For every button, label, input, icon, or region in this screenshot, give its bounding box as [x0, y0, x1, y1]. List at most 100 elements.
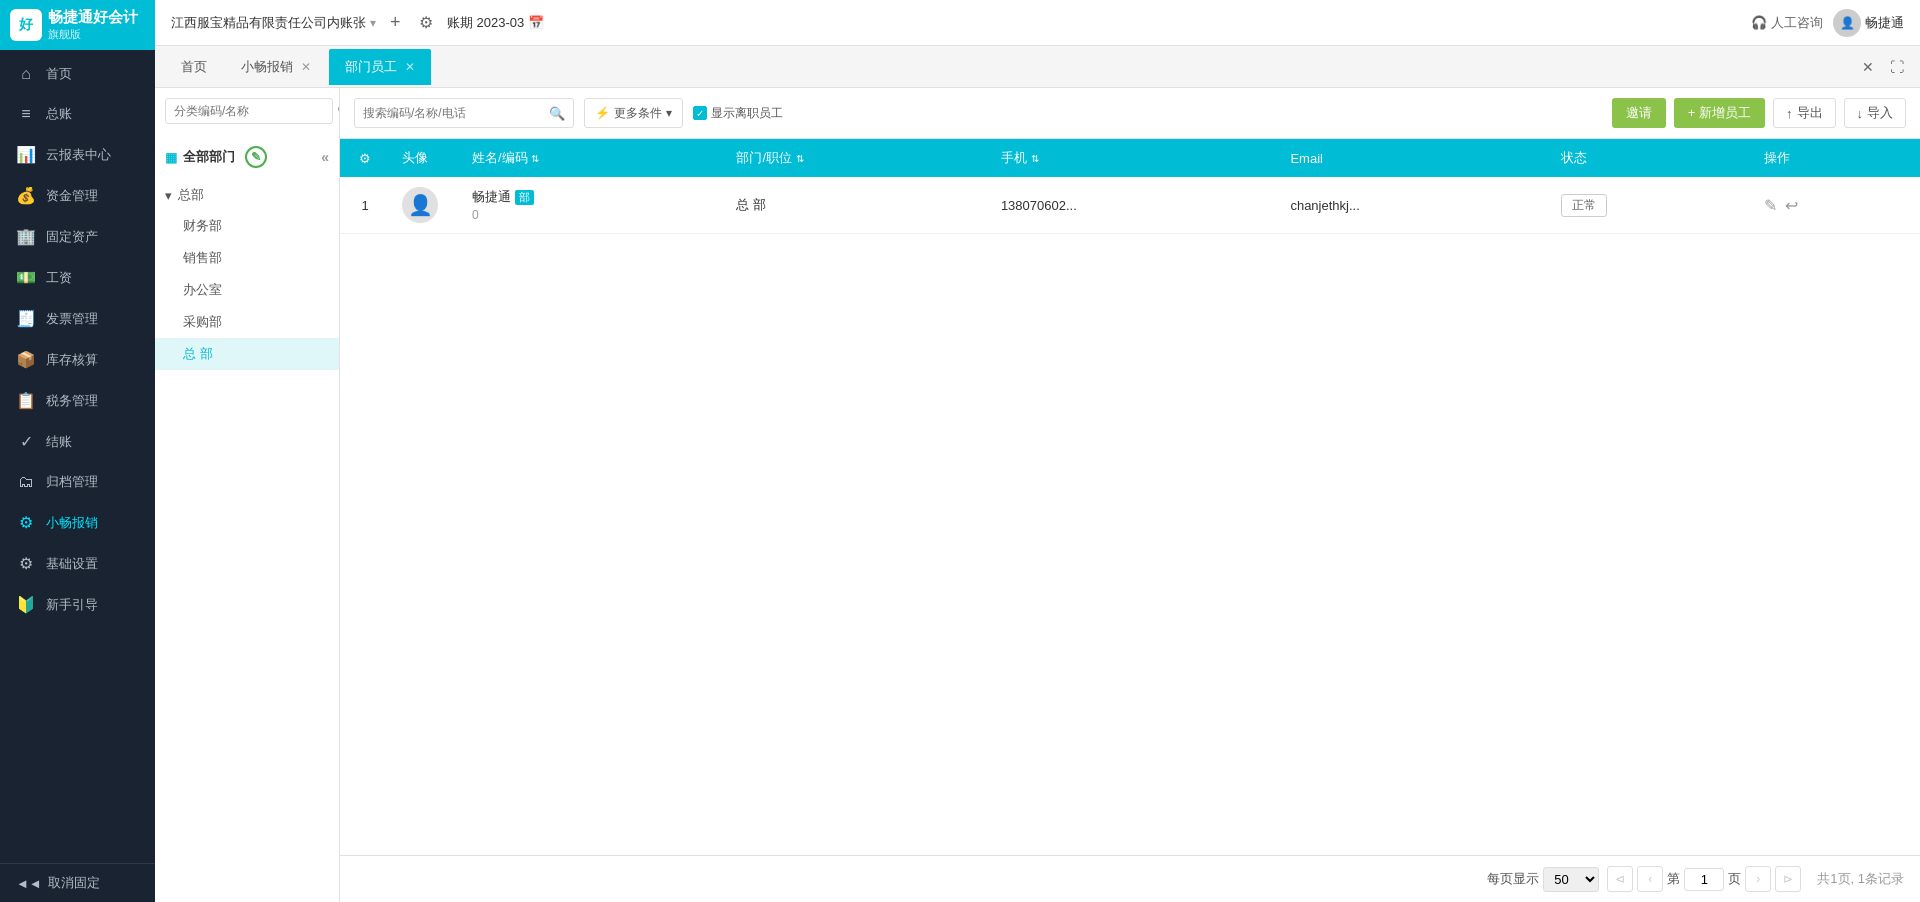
import-label: 导入	[1867, 104, 1893, 122]
dept-item-purchase[interactable]: 采购部	[155, 306, 339, 338]
row-email: chanjethkj...	[1278, 177, 1549, 234]
sidebar-item-label: 云报表中心	[46, 146, 111, 164]
dept-group-toggle[interactable]: ▾ 总部	[155, 180, 339, 210]
employee-search-input[interactable]	[363, 106, 545, 120]
employee-table: ⚙ 头像 姓名/编码 ⇅ 部门/职位 ⇅ 手机	[340, 139, 1920, 855]
sidebar-item-settings[interactable]: ⚙ 基础设置	[0, 543, 155, 584]
sidebar-item-reports[interactable]: 📊 云报表中心	[0, 134, 155, 175]
company-name: 江西服宝精品有限责任公司内账张	[171, 14, 366, 32]
sidebar-item-archive[interactable]: 🗂 归档管理	[0, 462, 155, 502]
sidebar-item-guide[interactable]: 🔰 新手引导	[0, 584, 155, 625]
last-page-button[interactable]: ⊳	[1775, 866, 1801, 892]
row-actions: ✎ ↩	[1752, 177, 1920, 234]
calendar-icon: 📅	[528, 15, 544, 30]
sidebar-item-label: 基础设置	[46, 555, 98, 573]
sidebar-item-settle[interactable]: ✓ 结账	[0, 421, 155, 462]
settings-button[interactable]: ⚙	[415, 9, 437, 36]
dept-group-arrow-icon: ▾	[165, 188, 172, 203]
sidebar-item-expense[interactable]: ⚙ 小畅报销	[0, 502, 155, 543]
import-button[interactable]: ↓ 导入	[1844, 98, 1907, 128]
first-page-button[interactable]: ⊲	[1607, 866, 1633, 892]
sidebar-item-capital[interactable]: 💰 资金管理	[0, 175, 155, 216]
more-filters-button[interactable]: ⚡ 更多条件 ▾	[584, 98, 683, 128]
next-page-button[interactable]: ›	[1745, 866, 1771, 892]
prev-page-button[interactable]: ‹	[1637, 866, 1663, 892]
period-selector[interactable]: 账期 2023-03 📅	[447, 14, 545, 32]
dept-item-general[interactable]: 总 部	[155, 338, 339, 370]
invite-button[interactable]: 邀请	[1612, 98, 1666, 128]
sidebar-item-ledger[interactable]: ≡ 总账	[0, 94, 155, 134]
sort-icon: ⇅	[1031, 153, 1039, 164]
col-settings[interactable]: ⚙	[340, 139, 390, 177]
table-row: 1 👤 畅捷通 部	[340, 177, 1920, 234]
sidebar-item-label: 结账	[46, 433, 72, 451]
row-avatar: 👤	[390, 177, 460, 234]
tax-icon: 📋	[16, 391, 36, 410]
sidebar-item-tax[interactable]: 📋 税务管理	[0, 380, 155, 421]
employee-search-box[interactable]: 🔍	[354, 98, 574, 128]
logo-icon: 好	[10, 9, 42, 41]
dept-group-headquarter: ▾ 总部 财务部 销售部 办公室 采购部 总 部	[155, 176, 339, 374]
col-phone[interactable]: 手机 ⇅	[989, 139, 1279, 177]
sidebar-item-payroll[interactable]: 💵 工资	[0, 257, 155, 298]
action-buttons: ✎ ↩	[1764, 196, 1908, 215]
close-tab-button[interactable]: ✕	[1856, 55, 1880, 79]
add-employee-button[interactable]: + 新增员工	[1674, 98, 1765, 128]
page-number-input[interactable]	[1684, 868, 1724, 891]
company-selector[interactable]: 江西服宝精品有限责任公司内账张 ▾	[171, 14, 376, 32]
sidebar-item-label: 发票管理	[46, 310, 98, 328]
app-name: 畅捷通好会计	[48, 8, 138, 27]
sidebar-item-inventory[interactable]: 📦 库存核算	[0, 339, 155, 380]
sidebar-item-label: 小畅报销	[46, 514, 98, 532]
avatar: 👤	[402, 187, 438, 223]
guide-icon: 🔰	[16, 595, 36, 614]
dept-edit-button[interactable]: ✎	[245, 146, 267, 168]
support-button[interactable]: 🎧 人工咨询	[1751, 14, 1823, 32]
sidebar-logo[interactable]: 好 畅捷通好会计 旗舰版	[0, 0, 155, 50]
logout-employee-button[interactable]: ↩	[1785, 196, 1798, 215]
user-menu[interactable]: 👤 畅捷通	[1833, 9, 1904, 37]
sidebar-item-label: 新手引导	[46, 596, 98, 614]
dept-search-area: 🔍	[155, 88, 339, 134]
sidebar-item-label: 首页	[46, 65, 72, 83]
export-button[interactable]: ↑ 导出	[1773, 98, 1836, 128]
per-page-dropdown[interactable]: 50 20 100	[1543, 867, 1599, 892]
sidebar-item-invoice[interactable]: 🧾 发票管理	[0, 298, 155, 339]
tab-dept-close[interactable]: ✕	[405, 60, 415, 74]
tab-bar: 首页 小畅报销 ✕ 部门员工 ✕ ✕ ⛶	[155, 46, 1920, 88]
tab-dept[interactable]: 部门员工 ✕	[329, 49, 431, 85]
tab-home[interactable]: 首页	[165, 49, 223, 85]
employee-panel: 🔍 ⚡ 更多条件 ▾ ✓ 显示离职员工 邀请 + 新增员工 ↑ 导出	[340, 88, 1920, 902]
sidebar-item-home[interactable]: ⌂ 首页	[0, 54, 155, 94]
row-dept: 总 部	[724, 177, 988, 234]
sidebar-item-label: 总账	[46, 105, 72, 123]
department-tree: ▦ 全部部门 ✎ « ▾ 总部 财务部 销售部 办公室 采购部 总 部	[155, 134, 339, 902]
ledger-icon: ≡	[16, 105, 36, 123]
support-label: 人工咨询	[1771, 14, 1823, 32]
sidebar-item-assets[interactable]: 🏢 固定资产	[0, 216, 155, 257]
col-name[interactable]: 姓名/编码 ⇅	[460, 139, 724, 177]
cancel-fixed-button[interactable]: ◄◄ 取消固定	[0, 863, 155, 902]
tab-expense[interactable]: 小畅报销 ✕	[225, 49, 327, 85]
fullscreen-button[interactable]: ⛶	[1884, 55, 1910, 79]
dept-item-finance[interactable]: 财务部	[155, 210, 339, 242]
col-dept[interactable]: 部门/职位 ⇅	[724, 139, 988, 177]
employee-badge: 部	[515, 190, 534, 205]
export-icon: ↑	[1786, 106, 1793, 121]
toolbar-right-actions: 邀请 + 新增员工 ↑ 导出 ↓ 导入	[1612, 98, 1906, 128]
show-resigned-checkbox[interactable]: ✓ 显示离职员工	[693, 105, 783, 122]
page-unit: 页	[1728, 870, 1741, 888]
filter-label: 更多条件	[614, 105, 662, 122]
add-tab-button[interactable]: +	[386, 8, 405, 37]
dept-search-input[interactable]	[165, 98, 333, 124]
avatar-person-icon: 👤	[408, 193, 433, 217]
dept-item-office[interactable]: 办公室	[155, 274, 339, 306]
sidebar: 好 畅捷通好会计 旗舰版 ⌂ 首页 ≡ 总账 📊 云报表中心 💰 资金管理 🏢 …	[0, 0, 155, 902]
all-departments-item[interactable]: ▦ 全部部门 ✎ «	[155, 138, 339, 176]
collapse-panel-button[interactable]: «	[321, 149, 329, 165]
edit-employee-button[interactable]: ✎	[1764, 196, 1777, 215]
dept-item-sales[interactable]: 销售部	[155, 242, 339, 274]
sidebar-item-label: 资金管理	[46, 187, 98, 205]
tab-expense-close[interactable]: ✕	[301, 60, 311, 74]
col-phone-label: 手机	[1001, 150, 1027, 165]
